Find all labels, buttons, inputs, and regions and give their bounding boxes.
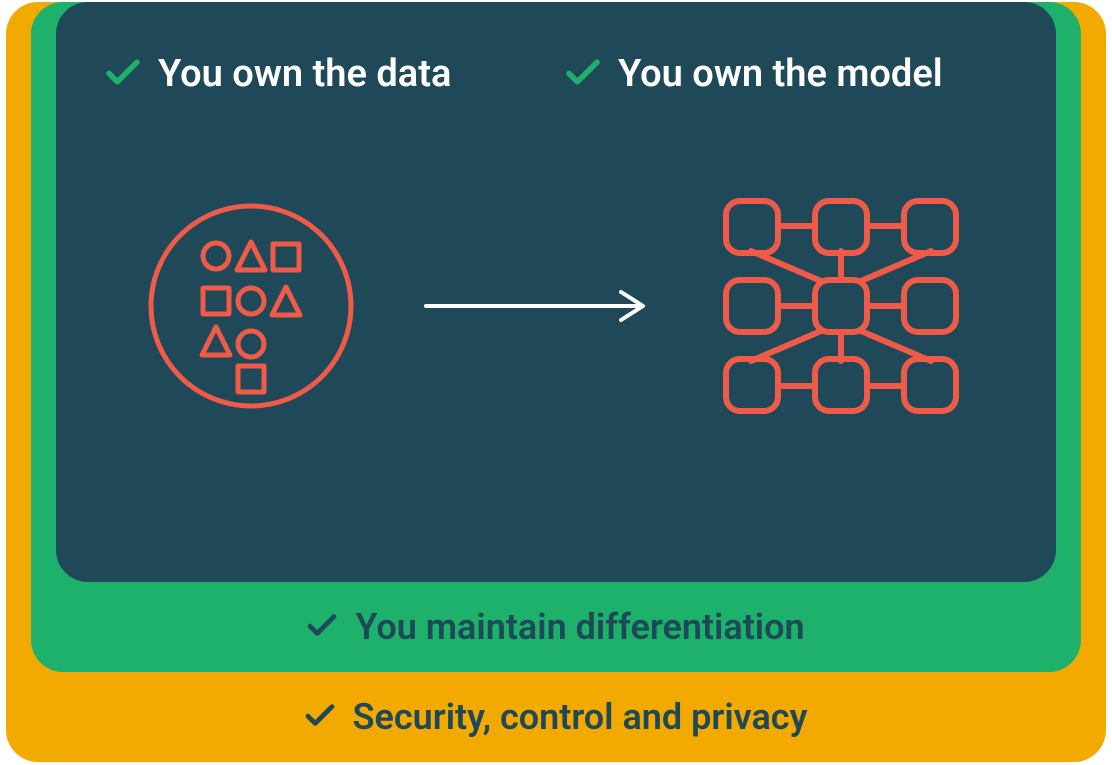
neural-network-icon [711,176,971,436]
headline-own-model-text: You own the model [618,52,943,96]
check-icon [566,58,600,90]
check-icon [305,703,335,731]
arrow-right-icon [421,286,651,326]
headline-own-data-text: You own the data [158,52,451,96]
check-icon [106,58,140,90]
layer-main: You own the data You own the model [56,2,1056,582]
diagram-row [106,176,1006,436]
data-shapes-icon [141,196,361,416]
footer-differentiation-item: You maintain differentiation [307,606,804,648]
check-icon [307,613,337,641]
headline-row: You own the data You own the model [106,52,1006,96]
footer-security-item: Security, control and privacy [305,696,808,738]
footer-security-text: Security, control and privacy [353,696,808,738]
headline-own-model: You own the model [566,52,1006,96]
headline-own-data: You own the data [106,52,546,96]
footer-differentiation-text: You maintain differentiation [355,606,804,648]
